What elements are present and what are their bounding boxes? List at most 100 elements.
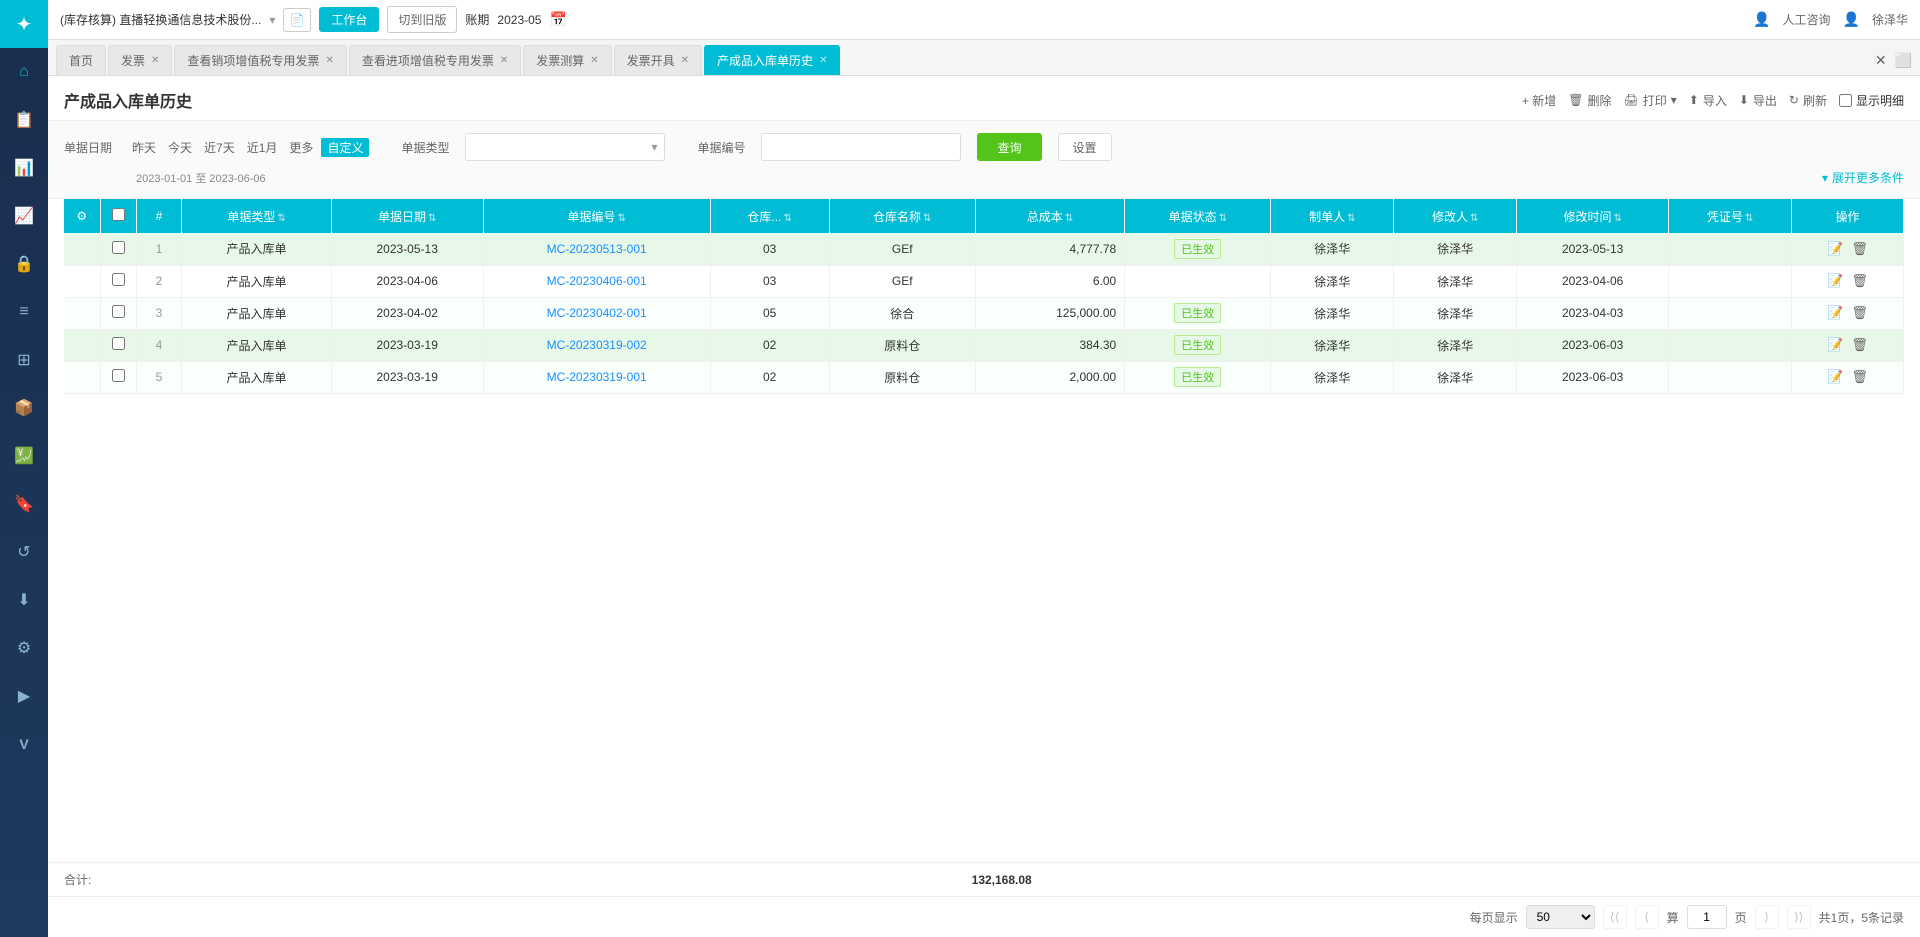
tab-purchase-vat[interactable]: 查看进项增值税专用发票 ✕ [349,45,521,75]
shortcut-more[interactable]: 更多 [285,138,317,157]
new-btn[interactable]: + 新增 [1522,92,1556,109]
tab-product-history[interactable]: 产成品入库单历史 ✕ [704,45,840,75]
row-checkbox[interactable] [112,337,125,350]
row-delete-icon[interactable]: 🗑 [1851,337,1868,353]
row-delete-icon[interactable]: 🗑 [1851,305,1868,321]
tab-sales-vat[interactable]: 查看销项增值税专用发票 ✕ [174,45,346,75]
number-input[interactable] [761,133,961,161]
query-btn[interactable]: 查询 [977,133,1041,161]
tab-close-all[interactable]: ✕ [1875,52,1887,69]
sidebar-item-download[interactable]: ⬇ [0,576,48,624]
per-page-select[interactable]: 50 100 200 [1526,905,1595,929]
prev-page-btn[interactable]: ⟨ [1635,905,1659,929]
row-number[interactable]: MC-20230319-002 [483,329,710,361]
sidebar-item-lock[interactable]: 🔒 [0,240,48,288]
dropdown-icon[interactable]: ▾ [269,13,275,27]
row-delete-icon[interactable]: 🗑 [1851,369,1868,385]
row-number[interactable]: MC-20230319-001 [483,361,710,393]
import-btn[interactable]: ⬆ 导入 [1689,92,1727,109]
tab-home[interactable]: 首页 [56,45,106,75]
sidebar-item-stamp[interactable]: 🔖 [0,480,48,528]
tab-sales-vat-close[interactable]: ✕ [325,55,333,66]
tab-invoice-close[interactable]: ✕ [151,55,159,66]
row-checkbox[interactable] [112,241,125,254]
row-checkbox[interactable] [112,273,125,286]
row-edit-icon[interactable]: 📝 [1827,273,1843,289]
row-number[interactable]: MC-20230402-001 [483,297,710,329]
sidebar-item-voucher[interactable]: 📋 [0,96,48,144]
th-status[interactable]: 单据状态⇅ [1125,199,1271,233]
shortcut-today[interactable]: 今天 [164,138,196,157]
row-edit-icon[interactable]: 📝 [1827,369,1843,385]
row-checkbox-cell[interactable] [100,329,136,361]
switch-version-btn[interactable]: 切到旧版 [387,6,457,33]
tab-invoice-calc-close[interactable]: ✕ [590,55,598,66]
row-checkbox-cell[interactable] [100,233,136,265]
row-number[interactable]: MC-20230406-001 [483,265,710,297]
th-number[interactable]: 单据编号⇅ [483,199,710,233]
sidebar-item-home[interactable]: ⌂ [0,48,48,96]
print-dropdown-icon[interactable]: ▾ [1671,93,1677,107]
th-checkbox[interactable] [100,199,136,233]
row-edit-icon[interactable]: 📝 [1827,241,1843,257]
last-page-btn[interactable]: ⟩⟩ [1787,905,1811,929]
sidebar-item-inventory[interactable]: 📦 [0,384,48,432]
th-date[interactable]: 单据日期⇅ [331,199,483,233]
th-settings[interactable]: ⚙ [64,199,100,233]
shortcut-1month[interactable]: 近1月 [243,138,282,157]
tab-invoice[interactable]: 发票 ✕ [108,45,172,75]
row-delete-icon[interactable]: 🗑 [1851,241,1868,257]
page-number-input[interactable] [1687,905,1727,929]
shortcut-yesterday[interactable]: 昨天 [128,138,160,157]
refresh-btn[interactable]: ↻ 刷新 [1789,92,1827,109]
th-warehouse-name[interactable]: 仓库名称⇅ [829,199,975,233]
row-delete-icon[interactable]: 🗑 [1851,273,1868,289]
calendar-icon[interactable]: 📅 [549,11,566,28]
th-type[interactable]: 单据类型⇅ [182,199,331,233]
sidebar-item-refresh[interactable]: ↺ [0,528,48,576]
export-btn[interactable]: ⬇ 导出 [1739,92,1777,109]
tab-invoice-issue-close[interactable]: ✕ [681,55,689,66]
row-checkbox-cell[interactable] [100,297,136,329]
tab-invoice-issue[interactable]: 发票开具 ✕ [614,45,702,75]
tab-invoice-calc[interactable]: 发票测算 ✕ [523,45,611,75]
sidebar-item-chart[interactable]: 📈 [0,192,48,240]
row-checkbox[interactable] [112,305,125,318]
document-btn[interactable]: 📄 [283,8,311,32]
sidebar-item-settings[interactable]: ⚙ [0,624,48,672]
th-creator[interactable]: 制单人⇅ [1271,199,1394,233]
th-voucher[interactable]: 凭证号⇅ [1669,199,1792,233]
select-all-checkbox[interactable] [112,208,125,221]
shortcut-7days[interactable]: 近7天 [200,138,239,157]
th-modify-time[interactable]: 修改时间⇅ [1517,199,1669,233]
filter-settings-btn[interactable]: 设置 [1058,133,1112,161]
th-total-cost[interactable]: 总成本⇅ [975,199,1124,233]
expand-btn[interactable]: ▾ 展开更多条件 [1822,169,1904,186]
th-warehouse-code[interactable]: 仓库...⇅ [710,199,829,233]
show-detail-checkbox-wrapper[interactable]: 显示明细 [1839,92,1904,109]
row-edit-icon[interactable]: 📝 [1827,337,1843,353]
print-btn[interactable]: 🖨 打印 ▾ [1623,92,1676,109]
row-edit-icon[interactable]: 📝 [1827,305,1843,321]
tab-expand[interactable]: ⬜ [1895,52,1912,69]
show-detail-checkbox[interactable] [1839,94,1852,107]
support-label[interactable]: 人工咨询 [1783,11,1831,28]
sidebar-item-tax[interactable]: 💹 [0,432,48,480]
tab-purchase-vat-close[interactable]: ✕ [500,55,508,66]
tab-product-history-close[interactable]: ✕ [819,55,827,66]
th-modifier[interactable]: 修改人⇅ [1394,199,1517,233]
row-checkbox-cell[interactable] [100,265,136,297]
sidebar-item-list[interactable]: ≡ [0,288,48,336]
row-number[interactable]: MC-20230513-001 [483,233,710,265]
first-page-btn[interactable]: ⟨⟨ [1603,905,1627,929]
sidebar-item-table[interactable]: ⊞ [0,336,48,384]
delete-btn[interactable]: 🗑 删除 [1568,92,1611,109]
type-select[interactable] [465,133,665,161]
workbench-btn[interactable]: 工作台 [319,7,379,32]
row-checkbox-cell[interactable] [100,361,136,393]
user-name[interactable]: 徐泽华 [1872,11,1908,28]
next-page-btn[interactable]: ⟩ [1755,905,1779,929]
sidebar-item-play[interactable]: ▶ [0,672,48,720]
shortcut-custom[interactable]: 自定义 [321,138,369,157]
sidebar-item-report[interactable]: 📊 [0,144,48,192]
